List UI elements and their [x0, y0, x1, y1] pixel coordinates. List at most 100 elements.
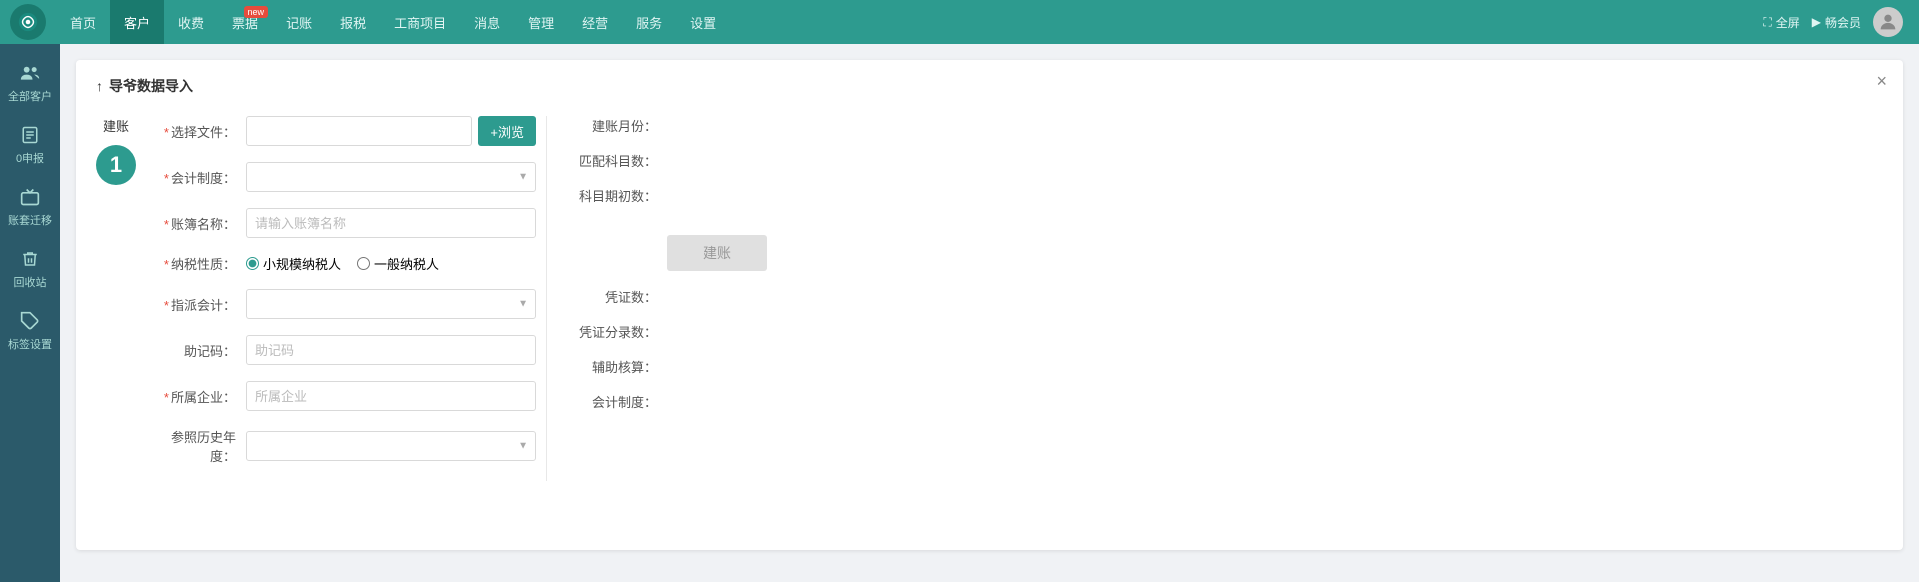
- migration-label: 账套迁移: [8, 212, 52, 228]
- zero-report-icon: [19, 124, 41, 146]
- tax-type-row: *纳税性质： 小规模纳税人 一般纳税人: [156, 254, 536, 273]
- radio-general-input[interactable]: [357, 257, 370, 270]
- fullscreen-icon: ⛶: [1763, 15, 1771, 30]
- nav-item-services[interactable]: 服务: [622, 0, 676, 44]
- avatar[interactable]: [1873, 7, 1903, 37]
- browse-button[interactable]: +浏览: [478, 116, 536, 146]
- trash-label: 回收站: [14, 274, 47, 290]
- required-mark-file: *: [164, 125, 169, 140]
- file-row: *选择文件： +浏览: [156, 116, 536, 146]
- history-year-select-wrap: ▼: [246, 431, 536, 461]
- file-input-group: +浏览: [246, 116, 536, 146]
- form-container: 建账 1 *选择文件： +浏览: [96, 116, 1883, 481]
- voucher-entries-label: 凭证分录数：: [577, 322, 667, 341]
- file-input[interactable]: [246, 116, 472, 146]
- sidebar-item-zero-report[interactable]: 0申报: [0, 114, 60, 176]
- sidebar-item-all-clients[interactable]: 全部客户: [0, 52, 60, 114]
- nav-item-home[interactable]: 首页: [56, 0, 110, 44]
- form-step: 建账 1: [96, 116, 136, 481]
- all-clients-label: 全部客户: [8, 88, 52, 104]
- nav-logo[interactable]: [10, 4, 46, 40]
- panel-title: ↑ 导爷数据导入: [96, 76, 1883, 96]
- radio-small-label: 小规模纳税人: [263, 254, 341, 273]
- jianzhang-month-label: 建账月份：: [577, 116, 667, 135]
- nav-item-tax[interactable]: 报税: [326, 0, 380, 44]
- form-left: *选择文件： +浏览 *会计制度：: [156, 116, 536, 481]
- voucher-count-row: 凭证数：: [577, 287, 857, 306]
- accountant-select[interactable]: [246, 289, 536, 319]
- tags-icon: [19, 310, 41, 332]
- nav-item-clients[interactable]: 客户: [110, 0, 164, 44]
- radio-general-taxpayer[interactable]: 一般纳税人: [357, 254, 439, 273]
- tax-type-radio-group: 小规模纳税人 一般纳税人: [246, 254, 536, 273]
- aux-accounting-row: 辅助核算：: [577, 357, 857, 376]
- new-badge: new: [244, 6, 269, 18]
- history-year-row: 参照历史年度： ▼: [156, 427, 536, 465]
- jianzhang-btn-container: 建账: [577, 235, 857, 271]
- company-label: *所属企业：: [156, 387, 246, 406]
- accountant-label: *指派会计：: [156, 295, 246, 314]
- memo-input[interactable]: [246, 335, 536, 365]
- panel-title-icon: ↑: [96, 78, 103, 94]
- vip-icon: ▶: [1812, 15, 1821, 29]
- jianzhang-button[interactable]: 建账: [667, 235, 767, 271]
- nav-item-operations[interactable]: 经营: [568, 0, 622, 44]
- accounting-system2-label: 会计制度：: [577, 392, 667, 411]
- nav-item-manage[interactable]: 管理: [514, 0, 568, 44]
- accounting-system-label: *会计制度：: [156, 168, 246, 187]
- company-input[interactable]: [246, 381, 536, 411]
- nav-item-business[interactable]: 工商项目: [380, 0, 460, 44]
- radio-small-input[interactable]: [246, 257, 259, 270]
- history-year-label: 参照历史年度：: [156, 427, 246, 465]
- form-right: 建账月份： 匹配科目数： 科目期初数： 建账: [557, 116, 857, 481]
- accountant-select-wrap: ▼: [246, 289, 536, 319]
- jianzhang-month-row: 建账月份：: [577, 116, 857, 135]
- ledger-name-label: *账簿名称：: [156, 214, 246, 233]
- tags-label: 标签设置: [8, 336, 52, 352]
- radio-general-label: 一般纳税人: [374, 254, 439, 273]
- nav-item-messages[interactable]: 消息: [460, 0, 514, 44]
- memo-label: 助记码：: [156, 341, 246, 360]
- ledger-name-input[interactable]: [246, 208, 536, 238]
- panel-title-text: 导爷数据导入: [109, 76, 193, 96]
- voucher-count-label: 凭证数：: [577, 287, 667, 306]
- trash-icon: [19, 248, 41, 270]
- voucher-entries-row: 凭证分录数：: [577, 322, 857, 341]
- vip-label: 畅会员: [1825, 14, 1861, 31]
- history-year-select[interactable]: [246, 431, 536, 461]
- fullscreen-btn[interactable]: ⛶ 全屏: [1763, 14, 1799, 31]
- tax-type-label: *纳税性质：: [156, 254, 246, 273]
- radio-small-taxpayer[interactable]: 小规模纳税人: [246, 254, 341, 273]
- match-subjects-row: 匹配科目数：: [577, 151, 857, 170]
- step-circle: 1: [96, 145, 136, 185]
- all-clients-icon: [19, 62, 41, 84]
- accounting-system-row: *会计制度： ▼: [156, 162, 536, 192]
- form-divider: [546, 116, 547, 481]
- main-layout: 全部客户 0申报 账套迁移 回收站 标签设置: [0, 44, 1919, 582]
- top-nav: 首页 客户 收费 票据 new 记账 报税 工商项目 消息 管理 经营 服务 设…: [0, 0, 1919, 44]
- file-label: *选择文件：: [156, 122, 246, 141]
- sidebar-item-migration[interactable]: 账套迁移: [0, 176, 60, 238]
- sidebar-item-tags[interactable]: 标签设置: [0, 300, 60, 362]
- nav-item-fees[interactable]: 收费: [164, 0, 218, 44]
- subject-init-row: 科目期初数：: [577, 186, 857, 205]
- accounting-system-select[interactable]: [246, 162, 536, 192]
- accounting-system2-row: 会计制度：: [577, 392, 857, 411]
- accountant-row: *指派会计： ▼: [156, 289, 536, 319]
- sidebar: 全部客户 0申报 账套迁移 回收站 标签设置: [0, 44, 60, 582]
- nav-item-settings[interactable]: 设置: [676, 0, 730, 44]
- content: ↑ 导爷数据导入 × 建账 1 *选择文件：: [60, 44, 1919, 582]
- company-row: *所属企业：: [156, 381, 536, 411]
- accounting-system-select-wrap: ▼: [246, 162, 536, 192]
- ledger-name-row: *账簿名称：: [156, 208, 536, 238]
- nav-item-invoices[interactable]: 票据 new: [218, 0, 272, 44]
- vip-btn[interactable]: ▶ 畅会员: [1812, 14, 1861, 31]
- nav-right: ⛶ 全屏 ▶ 畅会员: [1763, 7, 1919, 37]
- zero-report-label: 0申报: [16, 150, 44, 166]
- aux-accounting-label: 辅助核算：: [577, 357, 667, 376]
- nav-item-bookkeeping[interactable]: 记账: [272, 0, 326, 44]
- migration-icon: [19, 186, 41, 208]
- close-button[interactable]: ×: [1876, 72, 1887, 90]
- fullscreen-label: 全屏: [1776, 14, 1800, 31]
- sidebar-item-trash[interactable]: 回收站: [0, 238, 60, 300]
